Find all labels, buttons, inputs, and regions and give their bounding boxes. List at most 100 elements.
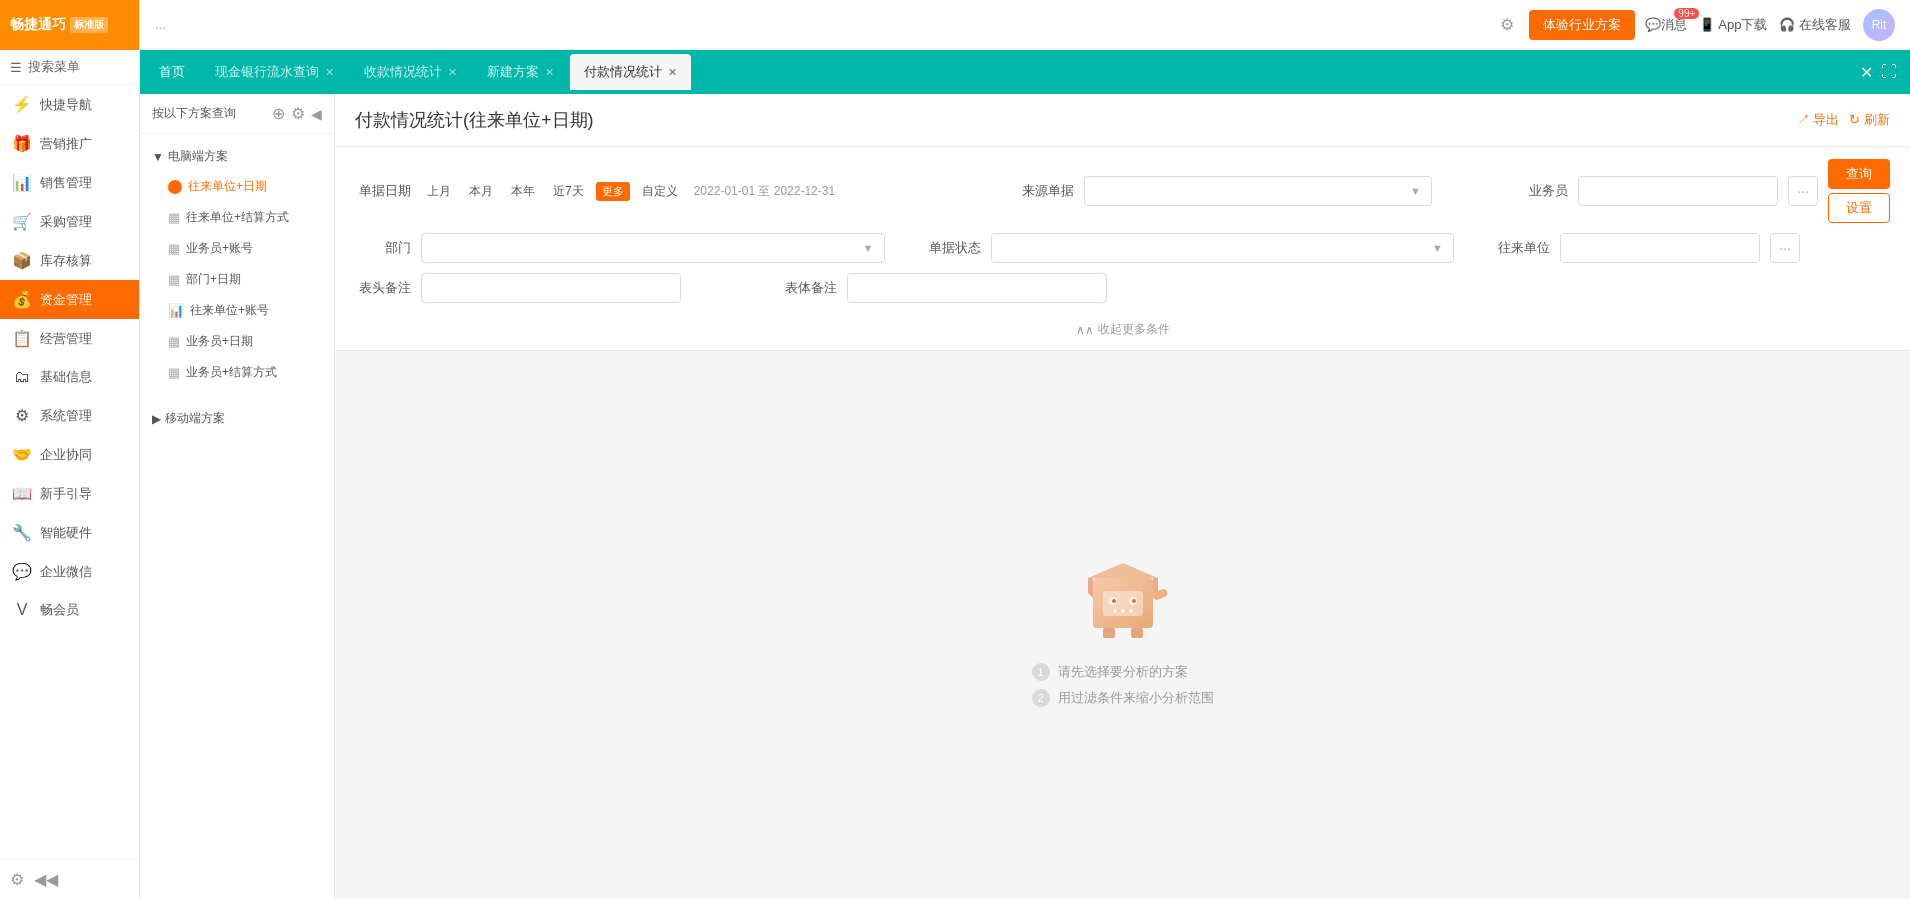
scheme-circle-icon bbox=[168, 180, 182, 194]
sidebar-item-marketing[interactable]: 🎁 营销推广 bbox=[0, 124, 139, 163]
svg-rect-9 bbox=[1103, 628, 1115, 638]
close-tab-icon[interactable]: ✕ bbox=[668, 66, 677, 79]
system-icon: ⚙ bbox=[12, 406, 32, 425]
scheme-item-unit-account[interactable]: 📊往来单位+账号 bbox=[140, 295, 334, 326]
last-7days-btn[interactable]: 近7天 bbox=[547, 181, 590, 202]
sidebar-item-label: 企业微信 bbox=[40, 563, 92, 581]
svg-point-7 bbox=[1121, 609, 1125, 613]
collapse-panel-icon[interactable]: ◀ bbox=[311, 106, 322, 122]
app-download-btn[interactable]: 📱 App下载 bbox=[1699, 16, 1767, 34]
sidebar-item-guide[interactable]: 📖 新手引导 bbox=[0, 474, 139, 513]
sidebar-item-operations[interactable]: 📋 经营管理 bbox=[0, 319, 139, 358]
setting-btn[interactable]: 设置 bbox=[1828, 193, 1890, 223]
sidebar-nav: ⚡ 快捷导航 🎁 营销推广 📊 销售管理 🛒 采购管理 📦 库存核算 💰 资金管… bbox=[0, 85, 139, 629]
doc-status-select[interactable]: ▼ bbox=[991, 233, 1455, 263]
basic-icon: 🗂 bbox=[12, 368, 32, 386]
sidebar-item-quick-nav[interactable]: ⚡ 快捷导航 bbox=[0, 85, 139, 124]
tab-bar-actions: ✕ ⛶ bbox=[1860, 63, 1905, 82]
this-year-btn[interactable]: 本年 bbox=[505, 181, 541, 202]
refresh-btn[interactable]: ↻ 刷新 bbox=[1849, 111, 1890, 129]
messages-btn[interactable]: 💬 消息 99+ bbox=[1645, 16, 1687, 34]
collapse-btn[interactable]: ∧∧ 收起更多条件 bbox=[355, 313, 1890, 338]
hint-num-1: 1 bbox=[1032, 663, 1050, 681]
filter-row-2: 部门 ▼ 单据状态 ▼ 往来单位 bbox=[355, 233, 1890, 263]
more-dates-btn[interactable]: 更多 bbox=[596, 182, 630, 201]
close-tab-icon[interactable]: ✕ bbox=[545, 66, 554, 79]
dept-arrow-icon: ▼ bbox=[863, 242, 874, 254]
tab-bank-flow[interactable]: 现金银行流水查询✕ bbox=[201, 54, 348, 90]
page-content: 按以下方案查询 ⊕ ⚙ ◀ ▼ 电脑端方案 往来单位+日期▦往来单位+结算方式▦… bbox=[140, 94, 1910, 899]
scheme-item-staff-date[interactable]: ▦业务员+日期 bbox=[140, 326, 334, 357]
tab-label: 首页 bbox=[159, 63, 185, 81]
mobile-section-title[interactable]: ▶ 移动端方案 bbox=[140, 404, 334, 433]
partner-ellipsis-btn[interactable]: ··· bbox=[1770, 233, 1800, 263]
empty-hints: 1 请先选择要分析的方案 2 用过滤条件来缩小分析范围 bbox=[1032, 663, 1214, 707]
query-btn[interactable]: 查询 bbox=[1828, 159, 1890, 189]
scheme-item-unit-settle[interactable]: ▦往来单位+结算方式 bbox=[140, 202, 334, 233]
sidebar-item-label: 畅会员 bbox=[40, 601, 79, 619]
settings-icon[interactable]: ⚙ bbox=[1500, 15, 1514, 34]
sidebar-item-label: 基础信息 bbox=[40, 368, 92, 386]
last-month-btn[interactable]: 上月 bbox=[421, 181, 457, 202]
tab-bar: 首页现金银行流水查询✕收款情况统计✕新建方案✕ 付款情况统计 ✕ ✕ ⛶ bbox=[140, 50, 1910, 94]
tab-new-scheme[interactable]: 新建方案✕ bbox=[473, 54, 568, 90]
top-header: ... ⚙ 体验行业方案 💬 消息 99+ 📱 App下载 🎧 在线客服 Rit bbox=[140, 0, 1910, 50]
avatar[interactable]: Rit bbox=[1863, 9, 1895, 41]
svg-rect-10 bbox=[1131, 628, 1143, 638]
source-select[interactable]: ▼ bbox=[1084, 176, 1432, 206]
scheme-item-unit-date[interactable]: 往来单位+日期 bbox=[140, 171, 334, 202]
sidebar-item-label: 快捷导航 bbox=[40, 96, 92, 114]
sidebar-item-system[interactable]: ⚙ 系统管理 bbox=[0, 396, 139, 435]
close-tab-icon[interactable]: ✕ bbox=[325, 66, 334, 79]
svg-point-4 bbox=[1112, 599, 1116, 603]
manage-scheme-icon[interactable]: ⚙ bbox=[291, 104, 305, 123]
sidebar-item-finance[interactable]: 💰 资金管理 bbox=[0, 280, 139, 319]
svg-point-6 bbox=[1113, 609, 1117, 613]
header-note-input[interactable] bbox=[421, 273, 681, 303]
settings-bottom-icon[interactable]: ⚙ bbox=[10, 870, 24, 889]
tab-home[interactable]: 首页 bbox=[145, 54, 199, 90]
sidebar-item-purchase[interactable]: 🛒 采购管理 bbox=[0, 202, 139, 241]
sidebar-item-member[interactable]: V 畅会员 bbox=[0, 591, 139, 629]
close-tab-icon[interactable]: ✕ bbox=[448, 66, 457, 79]
sidebar-item-wechat[interactable]: 💬 企业微信 bbox=[0, 552, 139, 591]
partner-select[interactable] bbox=[1560, 233, 1760, 263]
custom-date-btn[interactable]: 自定义 bbox=[636, 181, 684, 202]
refresh-icon: ↻ bbox=[1849, 112, 1860, 127]
desktop-section-title[interactable]: ▼ 电脑端方案 bbox=[140, 142, 334, 171]
collapse-sidebar-icon[interactable]: ◀◀ bbox=[34, 870, 58, 889]
doc-status-label: 单据状态 bbox=[925, 239, 981, 257]
scheme-grid-icon: ▦ bbox=[168, 334, 180, 349]
close-all-tabs-icon[interactable]: ✕ bbox=[1860, 63, 1873, 82]
sidebar-item-label: 采购管理 bbox=[40, 213, 92, 231]
staff-ellipsis-btn[interactable]: ··· bbox=[1788, 176, 1818, 206]
tab-pay-stats[interactable]: 付款情况统计 ✕ bbox=[570, 54, 691, 90]
scheme-item-dept-date[interactable]: ▦部门+日期 bbox=[140, 264, 334, 295]
sidebar-item-inventory[interactable]: 📦 库存核算 bbox=[0, 241, 139, 280]
scheme-item-staff-settle[interactable]: ▦业务员+结算方式 bbox=[140, 357, 334, 388]
tab-receive-stats[interactable]: 收款情况统计✕ bbox=[350, 54, 471, 90]
body-note-input[interactable] bbox=[847, 273, 1107, 303]
staff-select[interactable] bbox=[1578, 176, 1778, 206]
date-label: 单据日期 bbox=[355, 182, 411, 200]
panel-header: 按以下方案查询 ⊕ ⚙ ◀ bbox=[140, 94, 334, 134]
sidebar-item-hardware[interactable]: 🔧 智能硬件 bbox=[0, 513, 139, 552]
sidebar-item-label: 资金管理 bbox=[40, 291, 92, 309]
search-menu[interactable]: ☰ 搜索菜单 bbox=[0, 50, 139, 85]
scheme-label: 业务员+结算方式 bbox=[186, 364, 277, 381]
add-scheme-icon[interactable]: ⊕ bbox=[272, 104, 285, 123]
header-right: 💬 消息 99+ 📱 App下载 🎧 在线客服 Rit bbox=[1645, 9, 1895, 41]
message-icon: 💬 bbox=[1645, 17, 1661, 32]
online-service-btn[interactable]: 🎧 在线客服 bbox=[1779, 16, 1851, 34]
dept-select[interactable]: ▼ bbox=[421, 233, 885, 263]
tab-label: 付款情况统计 bbox=[584, 63, 662, 81]
scheme-item-staff-account[interactable]: ▦业务员+账号 bbox=[140, 233, 334, 264]
expand-tabs-icon[interactable]: ⛶ bbox=[1881, 63, 1897, 81]
export-btn[interactable]: ↗ 导出 bbox=[1797, 111, 1840, 129]
trial-btn[interactable]: 体验行业方案 bbox=[1529, 10, 1635, 40]
sidebar-item-sales[interactable]: 📊 销售管理 bbox=[0, 163, 139, 202]
this-month-btn[interactable]: 本月 bbox=[463, 181, 499, 202]
collab-icon: 🤝 bbox=[12, 445, 32, 464]
sidebar-item-basic[interactable]: 🗂 基础信息 bbox=[0, 358, 139, 396]
sidebar-item-collab[interactable]: 🤝 企业协同 bbox=[0, 435, 139, 474]
